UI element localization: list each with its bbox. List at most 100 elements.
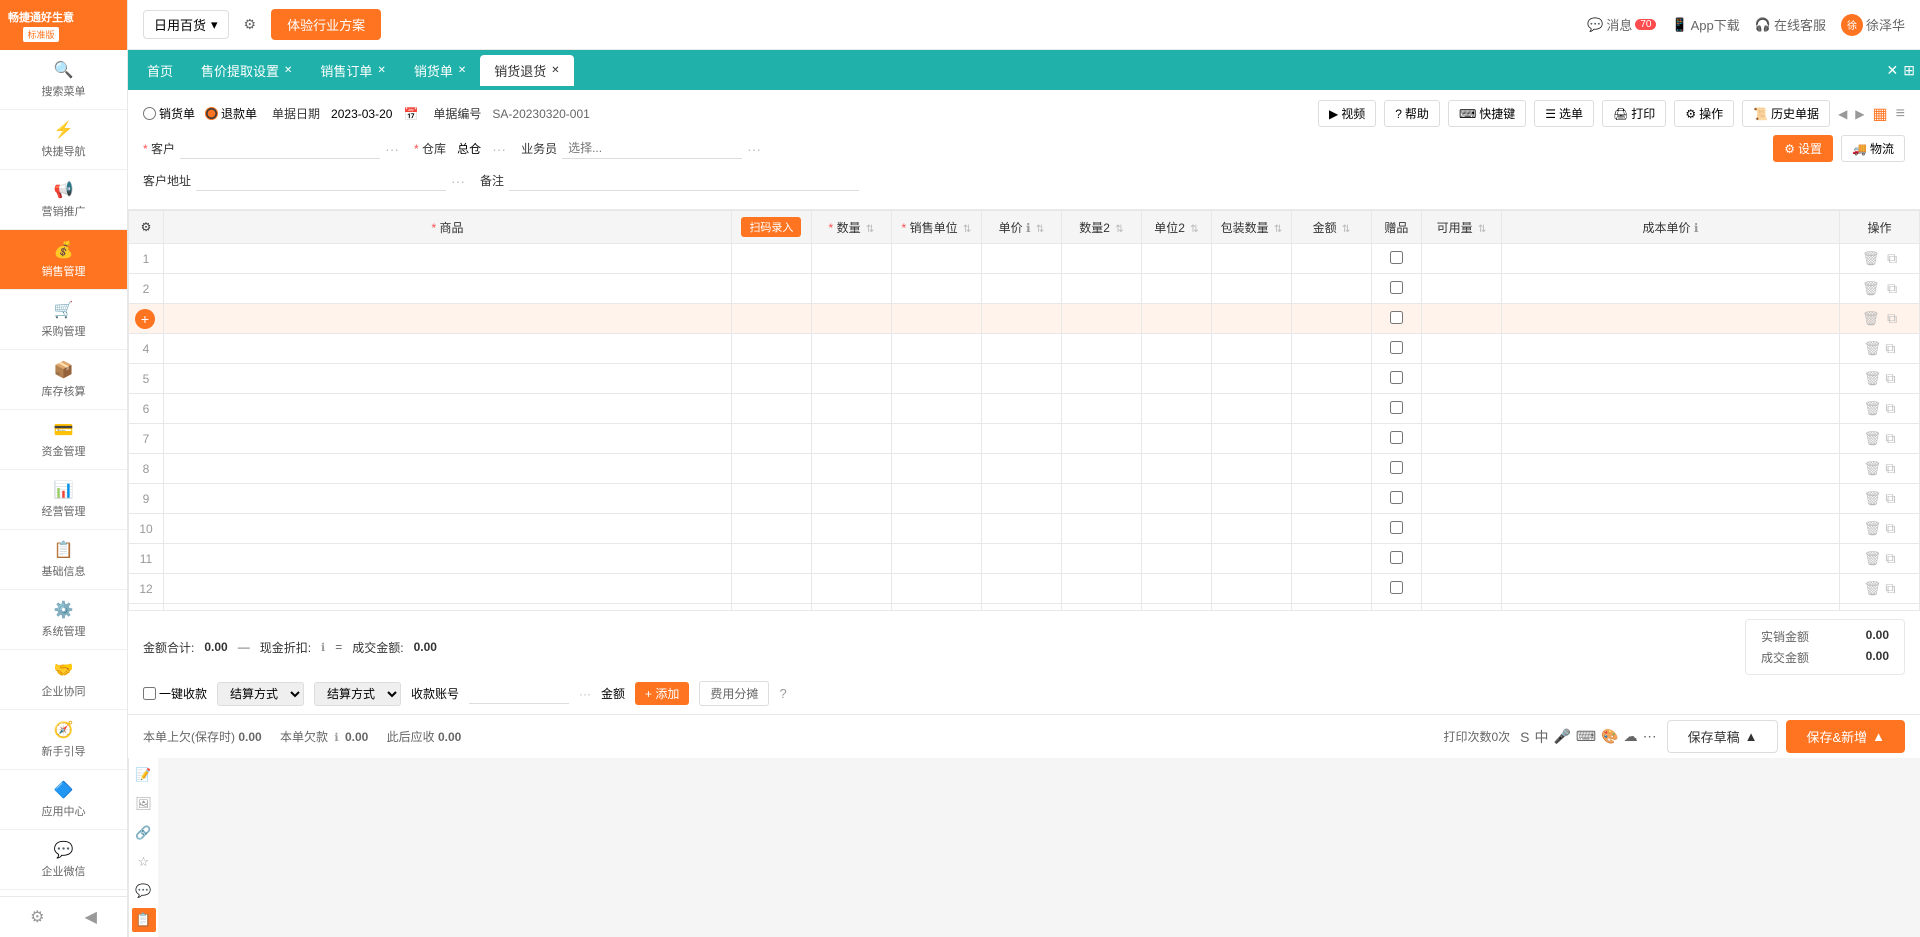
- staff-dots[interactable]: ···: [747, 141, 761, 157]
- amount-cell[interactable]: [1291, 424, 1371, 454]
- right-star-icon[interactable]: ☆: [132, 850, 156, 874]
- copy-icon[interactable]: ⧉: [1885, 400, 1895, 416]
- sidebar-item-appstore[interactable]: 🔷 应用中心: [0, 770, 127, 830]
- sidebar-item-shortcut[interactable]: ⚡ 快捷导航: [0, 110, 127, 170]
- gift-checkbox[interactable]: [1390, 491, 1403, 504]
- tab-sales-order[interactable]: 销售订单 ✕: [306, 55, 399, 86]
- gift-checkbox[interactable]: [1390, 581, 1403, 594]
- qty2-cell[interactable]: [1061, 304, 1141, 334]
- gift-checkbox[interactable]: [1390, 461, 1403, 474]
- unit-price-cell[interactable]: [981, 274, 1061, 304]
- add-row-button[interactable]: +: [135, 309, 155, 329]
- unit-price-cell[interactable]: [981, 574, 1061, 604]
- operation-button[interactable]: ⚙ 操作: [1674, 100, 1734, 127]
- pack-qty-cell[interactable]: [1211, 244, 1291, 274]
- product-cell[interactable]: [164, 274, 732, 304]
- amount-cell[interactable]: [1291, 484, 1371, 514]
- sidebar-item-inventory[interactable]: 📦 库存核算: [0, 350, 127, 410]
- amount-cell[interactable]: [1291, 514, 1371, 544]
- qty-cell[interactable]: [811, 244, 891, 274]
- user-profile-button[interactable]: 徐 徐泽华: [1841, 14, 1905, 36]
- settings-bottom-icon[interactable]: ⚙: [30, 907, 44, 927]
- unit-price-cell[interactable]: [981, 514, 1061, 544]
- unit-price-cell[interactable]: [981, 544, 1061, 574]
- qty-cell[interactable]: [811, 304, 891, 334]
- address-dots[interactable]: ···: [451, 173, 465, 189]
- right-image-icon[interactable]: 🖼: [132, 792, 156, 816]
- qty-cell[interactable]: [811, 274, 891, 304]
- nav-next-icon[interactable]: ▶: [1855, 107, 1864, 121]
- unit-price-cell[interactable]: [981, 484, 1061, 514]
- sidebar-item-purchase[interactable]: 🛒 采购管理: [0, 290, 127, 350]
- qty-cell[interactable]: [811, 484, 891, 514]
- delete-icon[interactable]: 🗑: [1862, 310, 1880, 326]
- unit-price-cell[interactable]: [981, 334, 1061, 364]
- tab-price-setting[interactable]: 售价提取设置 ✕: [187, 55, 306, 86]
- qty-cell[interactable]: [811, 454, 891, 484]
- available-cell[interactable]: [1421, 304, 1501, 334]
- gift-checkbox[interactable]: [1390, 431, 1403, 444]
- delete-icon[interactable]: 🗑: [1864, 460, 1882, 476]
- tab-close-all-icon[interactable]: ✕: [1887, 62, 1899, 79]
- warehouse-dots[interactable]: ···: [492, 141, 506, 157]
- shortcut-button[interactable]: ⌨ 快捷键: [1448, 100, 1526, 127]
- qty2-cell[interactable]: [1061, 274, 1141, 304]
- sidebar-item-finance[interactable]: 💳 资金管理: [0, 410, 127, 470]
- list-view-icon[interactable]: ≡: [1896, 105, 1905, 123]
- amount-cell[interactable]: [1291, 454, 1371, 484]
- unit-price-cell[interactable]: [981, 244, 1061, 274]
- help-question-icon[interactable]: ?: [779, 686, 786, 701]
- copy-icon[interactable]: ⧉: [1885, 580, 1895, 596]
- unit2-cell[interactable]: [1141, 304, 1211, 334]
- sidebar-item-basic[interactable]: 📋 基础信息: [0, 530, 127, 590]
- qty2-sort-icon[interactable]: ⇅: [1115, 224, 1123, 235]
- gift-checkbox[interactable]: [1390, 311, 1403, 324]
- copy-icon[interactable]: ⧉: [1885, 490, 1895, 506]
- tab-sales-return-close[interactable]: ✕: [551, 65, 559, 76]
- right-orange-icon[interactable]: 📋: [132, 908, 156, 932]
- product-cell[interactable]: [164, 484, 732, 514]
- sidebar-item-marketing[interactable]: 📢 营销推广: [0, 170, 127, 230]
- print-button[interactable]: 🖨 打印: [1602, 100, 1666, 127]
- unit-price-sort-icon[interactable]: ⇅: [1036, 224, 1044, 235]
- sales-unit-cell[interactable]: [891, 304, 981, 334]
- copy-icon[interactable]: ⧉: [1887, 310, 1897, 326]
- tab-expand-icon[interactable]: ⊞: [1903, 62, 1915, 79]
- available-cell[interactable]: [1421, 274, 1501, 304]
- amount-cell[interactable]: [1291, 574, 1371, 604]
- delete-icon[interactable]: 🗑: [1864, 430, 1882, 446]
- expense-split-button[interactable]: 费用分摊: [699, 681, 769, 706]
- radio-shipper[interactable]: 销货单: [143, 105, 195, 122]
- pack-qty-sort-icon[interactable]: ⇅: [1274, 224, 1282, 235]
- address-input[interactable]: [196, 170, 446, 191]
- available-sort-icon[interactable]: ⇅: [1478, 224, 1486, 235]
- sidebar-item-system[interactable]: ⚙️ 系统管理: [0, 590, 127, 650]
- product-cell[interactable]: [164, 424, 732, 454]
- app-download-button[interactable]: 📱 App下载: [1671, 15, 1739, 34]
- history-button[interactable]: 📜 历史单据: [1742, 100, 1830, 127]
- gift-checkbox[interactable]: [1390, 281, 1403, 294]
- product-cell[interactable]: [164, 574, 732, 604]
- collapse-icon[interactable]: ◀: [85, 907, 97, 927]
- product-input[interactable]: [170, 312, 725, 326]
- pack-qty-cell[interactable]: [1211, 304, 1291, 334]
- tab-sales-order-close[interactable]: ✕: [377, 65, 385, 76]
- sales-unit-cell[interactable]: [891, 334, 981, 364]
- help-button[interactable]: ? 帮助: [1384, 100, 1440, 127]
- unit-price-cell[interactable]: [981, 304, 1061, 334]
- save-new-button[interactable]: 保存&新增 ▲: [1786, 720, 1905, 753]
- gift-checkbox[interactable]: [1390, 401, 1403, 414]
- sidebar-item-wechat[interactable]: 💬 企业微信: [0, 830, 127, 890]
- nav-prev-icon[interactable]: ◀: [1838, 107, 1847, 121]
- video-button[interactable]: ▶ 视频: [1318, 100, 1376, 127]
- sales-unit-cell[interactable]: [891, 484, 981, 514]
- delete-icon[interactable]: 🗑: [1864, 340, 1882, 356]
- calendar-icon[interactable]: 📅: [403, 107, 418, 121]
- qty-cell[interactable]: [811, 334, 891, 364]
- delete-icon[interactable]: 🗑: [1864, 490, 1882, 506]
- tab-home[interactable]: 首页: [133, 55, 187, 86]
- delete-icon[interactable]: 🗑: [1864, 370, 1882, 386]
- settings-gear-icon[interactable]: ⚙: [239, 14, 262, 35]
- sidebar-item-search[interactable]: 🔍 搜索菜单: [0, 50, 127, 110]
- tab-price-setting-close[interactable]: ✕: [284, 65, 292, 76]
